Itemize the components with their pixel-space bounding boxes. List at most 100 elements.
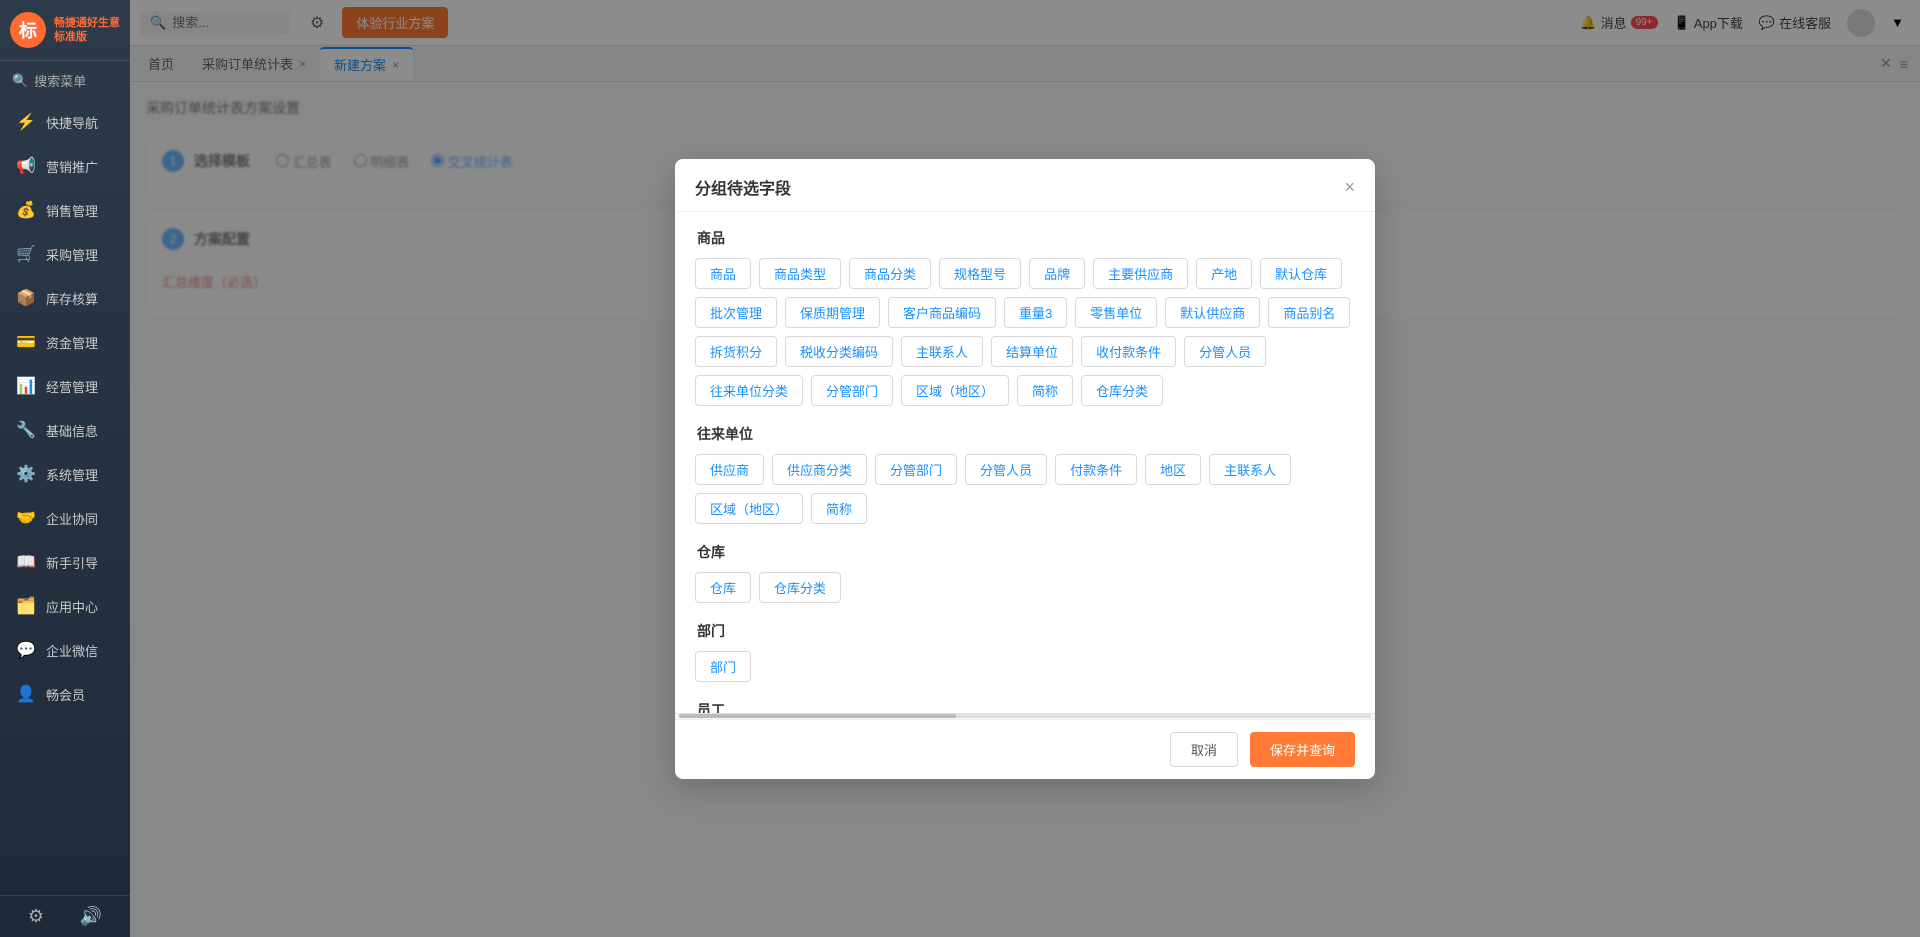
field-tag[interactable]: 商品 [695,258,751,289]
field-tag[interactable]: 仓库分类 [1081,375,1163,406]
confirm-button[interactable]: 保存并查询 [1250,732,1355,767]
field-tag[interactable]: 批次管理 [695,297,777,328]
sidebar-item-quick-nav[interactable]: ⚡ 快捷导航 [0,100,130,144]
field-tag[interactable]: 结算单位 [991,336,1073,367]
field-tag[interactable]: 往来单位分类 [695,375,803,406]
field-tag[interactable]: 默认仓库 [1260,258,1342,289]
sidebar-item-label: 基础信息 [46,421,98,440]
section-department: 部门 部门 [695,621,1355,682]
field-tag[interactable]: 规格型号 [939,258,1021,289]
section-department-fields: 部门 [695,651,1355,682]
sidebar-logo: 标 畅捷通好生意 标准版 [0,0,130,61]
sidebar-item-label: 畅会员 [46,685,85,704]
field-tag[interactable]: 仓库分类 [759,572,841,603]
section-warehouse: 仓库 仓库 仓库分类 [695,542,1355,603]
field-tag[interactable]: 分管人员 [965,454,1047,485]
apps-icon: 🗂️ [16,596,36,616]
sidebar-search[interactable]: 🔍 搜索菜单 [0,61,130,100]
field-tag[interactable]: 简称 [1017,375,1073,406]
sales-icon: 💰 [16,200,36,220]
field-tag[interactable]: 供应商分类 [772,454,867,485]
scrollbar-track [679,714,1371,718]
field-tag[interactable]: 分管部门 [811,375,893,406]
sidebar-item-apps[interactable]: 🗂️ 应用中心 [0,584,130,628]
sidebar-item-finance[interactable]: 💳 资金管理 [0,320,130,364]
section-warehouse-title: 仓库 [695,542,1355,562]
sidebar-item-label: 企业微信 [46,641,98,660]
sidebar-item-label: 资金管理 [46,333,98,352]
sidebar-item-label: 经营管理 [46,377,98,396]
field-tag[interactable]: 供应商 [695,454,764,485]
system-icon: ⚙️ [16,464,36,484]
cancel-button[interactable]: 取消 [1170,732,1238,767]
sidebar-item-label: 应用中心 [46,597,98,616]
field-tag[interactable]: 商品别名 [1268,297,1350,328]
member-icon: 👤 [16,684,36,704]
sidebar-search-label: 搜索菜单 [34,71,86,90]
field-tag[interactable]: 地区 [1145,454,1201,485]
sidebar-item-operations[interactable]: 📊 经营管理 [0,364,130,408]
sidebar-item-label: 系统管理 [46,465,98,484]
guide-icon: 📖 [16,552,36,572]
field-tag[interactable]: 品牌 [1029,258,1085,289]
sidebar-item-wechat[interactable]: 💬 企业微信 [0,628,130,672]
sidebar-item-label: 销售管理 [46,201,98,220]
sidebar-item-label: 采购管理 [46,245,98,264]
sidebar-item-purchase[interactable]: 🛒 采购管理 [0,232,130,276]
field-tag[interactable]: 区域（地区） [695,493,803,524]
sidebar-item-marketing[interactable]: 📢 营销推广 [0,144,130,188]
inventory-icon: 📦 [16,288,36,308]
field-tag[interactable]: 收付款条件 [1081,336,1176,367]
sidebar-item-label: 营销推广 [46,157,98,176]
section-employee-title: 员工 [695,700,1355,713]
sidebar-item-system[interactable]: ⚙️ 系统管理 [0,452,130,496]
section-warehouse-fields: 仓库 仓库分类 [695,572,1355,603]
field-tag[interactable]: 主要供应商 [1093,258,1188,289]
sidebar-item-inventory[interactable]: 📦 库存核算 [0,276,130,320]
sidebar-item-member[interactable]: 👤 畅会员 [0,672,130,716]
modal-body: 商品 商品 商品类型 商品分类 规格型号 品牌 主要供应商 产地 默认仓库 批次… [675,212,1375,713]
field-tag[interactable]: 分管部门 [875,454,957,485]
basics-icon: 🔧 [16,420,36,440]
field-tag[interactable]: 税收分类编码 [785,336,893,367]
marketing-icon: 📢 [16,156,36,176]
field-tag[interactable]: 商品类型 [759,258,841,289]
volume-icon[interactable]: 🔊 [80,906,102,927]
field-tag[interactable]: 拆货积分 [695,336,777,367]
scrollbar-thumb[interactable] [679,714,956,718]
sidebar-item-label: 库存核算 [46,289,98,308]
field-tag[interactable]: 商品分类 [849,258,931,289]
section-employee: 员工 业务员 [695,700,1355,713]
settings-gear-icon[interactable]: ⚙ [28,906,44,927]
section-product: 商品 商品 商品类型 商品分类 规格型号 品牌 主要供应商 产地 默认仓库 批次… [695,228,1355,406]
field-tag[interactable]: 产地 [1196,258,1252,289]
field-tag[interactable]: 分管人员 [1184,336,1266,367]
sidebar-bottom: ⚙ 🔊 [0,895,130,937]
field-tag[interactable]: 主联系人 [901,336,983,367]
field-tag[interactable]: 区域（地区） [901,375,1009,406]
field-tag[interactable]: 保质期管理 [785,297,880,328]
section-partner-fields: 供应商 供应商分类 分管部门 分管人员 付款条件 地区 主联系人 区域（地区） … [695,454,1355,524]
field-tag[interactable]: 付款条件 [1055,454,1137,485]
field-tag[interactable]: 主联系人 [1209,454,1291,485]
field-tag[interactable]: 仓库 [695,572,751,603]
sidebar-item-guide[interactable]: 📖 新手引导 [0,540,130,584]
sidebar-item-basics[interactable]: 🔧 基础信息 [0,408,130,452]
wechat-icon: 💬 [16,640,36,660]
modal-overlay: 分组待选字段 × 商品 商品 商品类型 商品分类 规格型号 品牌 主要供应商 产… [130,0,1920,937]
field-tag[interactable]: 客户商品编码 [888,297,996,328]
sidebar-item-partner[interactable]: 🤝 企业协同 [0,496,130,540]
field-tag[interactable]: 默认供应商 [1165,297,1260,328]
sidebar-item-label: 企业协同 [46,509,98,528]
modal-header: 分组待选字段 × [675,159,1375,212]
modal-horizontal-scrollbar[interactable] [675,713,1375,719]
field-tag[interactable]: 零售单位 [1075,297,1157,328]
sidebar-item-sales[interactable]: 💰 销售管理 [0,188,130,232]
field-tag[interactable]: 简称 [811,493,867,524]
app-logo-text: 畅捷通好生意 标准版 [54,16,120,45]
sidebar-item-label: 新手引导 [46,553,98,572]
field-tag[interactable]: 部门 [695,651,751,682]
modal-close-icon[interactable]: × [1344,178,1355,196]
field-tag[interactable]: 重量3 [1004,297,1067,328]
section-partner: 往来单位 供应商 供应商分类 分管部门 分管人员 付款条件 地区 主联系人 区域… [695,424,1355,524]
